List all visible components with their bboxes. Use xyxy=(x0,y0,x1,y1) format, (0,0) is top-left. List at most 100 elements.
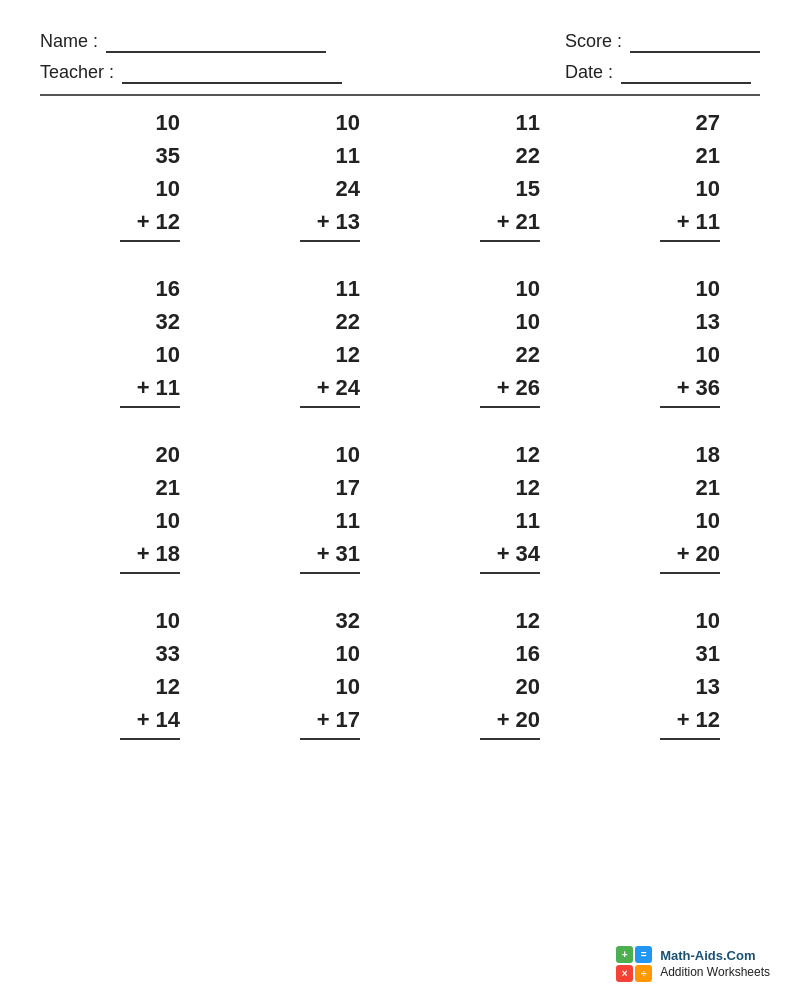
last-row-p8: +36 xyxy=(660,371,720,408)
last-row-p12: +20 xyxy=(660,537,720,574)
score-row: Score : xyxy=(565,30,760,53)
last-num-p10: 31 xyxy=(336,537,360,570)
plus-sign-p15: + xyxy=(497,703,510,736)
problem-p8: 101310+36 xyxy=(580,272,760,408)
num-p1-0: 10 xyxy=(156,106,180,139)
num-p15-1: 16 xyxy=(516,637,540,670)
num-p12-0: 18 xyxy=(696,438,720,471)
last-row-p3: +21 xyxy=(480,205,540,242)
last-num-p14: 17 xyxy=(336,703,360,736)
problem-p12: 182110+20 xyxy=(580,438,760,574)
last-num-p6: 24 xyxy=(336,371,360,404)
last-row-p15: +20 xyxy=(480,703,540,740)
last-num-p1: 12 xyxy=(156,205,180,238)
num-p3-2: 15 xyxy=(516,172,540,205)
num-p6-1: 22 xyxy=(336,305,360,338)
last-row-p16: +12 xyxy=(660,703,720,740)
problem-p11: 121211+34 xyxy=(400,438,580,574)
problem-p15: 121620+20 xyxy=(400,604,580,740)
last-row-p6: +24 xyxy=(300,371,360,408)
num-p11-2: 11 xyxy=(516,504,540,537)
plus-sign-p12: + xyxy=(677,537,690,570)
problem-p4: 272110+11 xyxy=(580,106,760,242)
problem-p7: 101022+26 xyxy=(400,272,580,408)
plus-sign-p1: + xyxy=(137,205,150,238)
num-p7-2: 22 xyxy=(516,338,540,371)
problem-p13: 103312+14 xyxy=(40,604,220,740)
problem-p6: 112212+24 xyxy=(220,272,400,408)
num-p6-0: 11 xyxy=(336,272,360,305)
plus-sign-p13: + xyxy=(137,703,150,736)
footer-text: Math-Aids.Com Addition Worksheets xyxy=(660,948,770,980)
plus-sign-p11: + xyxy=(497,537,510,570)
num-p3-1: 22 xyxy=(516,139,540,172)
problem-p10: 101711+31 xyxy=(220,438,400,574)
problem-p3: 112215+21 xyxy=(400,106,580,242)
plus-sign-p5: + xyxy=(137,371,150,404)
last-row-p5: +11 xyxy=(120,371,180,408)
plus-sign-p7: + xyxy=(497,371,510,404)
num-p14-1: 10 xyxy=(336,637,360,670)
num-p12-2: 10 xyxy=(696,504,720,537)
last-num-p12: 20 xyxy=(696,537,720,570)
last-row-p11: +34 xyxy=(480,537,540,574)
last-num-p16: 12 xyxy=(696,703,720,736)
name-line xyxy=(106,30,326,53)
num-p2-0: 10 xyxy=(336,106,360,139)
last-num-p2: 13 xyxy=(336,205,360,238)
num-p16-2: 13 xyxy=(696,670,720,703)
last-num-p8: 36 xyxy=(696,371,720,404)
teacher-label: Teacher : xyxy=(40,62,114,83)
header: Name : Teacher : Score : Date : xyxy=(40,30,760,84)
footer-label: Addition Worksheets xyxy=(660,965,770,981)
num-p13-0: 10 xyxy=(156,604,180,637)
num-p2-1: 11 xyxy=(336,139,360,172)
num-p11-1: 12 xyxy=(516,471,540,504)
num-p5-0: 16 xyxy=(156,272,180,305)
score-line xyxy=(630,30,760,53)
last-num-p4: 11 xyxy=(696,205,720,238)
last-row-p4: +11 xyxy=(660,205,720,242)
num-p10-2: 11 xyxy=(336,504,360,537)
header-right: Score : Date : xyxy=(565,30,760,84)
teacher-row: Teacher : xyxy=(40,61,342,84)
num-p8-0: 10 xyxy=(696,272,720,305)
footer-icon: + = × ÷ xyxy=(616,946,652,982)
num-p9-1: 21 xyxy=(156,471,180,504)
num-p12-1: 21 xyxy=(696,471,720,504)
plus-sign-p4: + xyxy=(677,205,690,238)
num-p11-0: 12 xyxy=(516,438,540,471)
num-p4-2: 10 xyxy=(696,172,720,205)
num-p2-2: 24 xyxy=(336,172,360,205)
num-p10-1: 17 xyxy=(336,471,360,504)
problem-p14: 321010+17 xyxy=(220,604,400,740)
worksheet-page: Name : Teacher : Score : Date : 103510+1… xyxy=(0,0,800,1000)
footer-site: Math-Aids.Com xyxy=(660,948,770,965)
num-p16-1: 31 xyxy=(696,637,720,670)
plus-sign-p2: + xyxy=(317,205,330,238)
icon-cell-1: + xyxy=(616,946,633,963)
last-num-p9: 18 xyxy=(156,537,180,570)
problem-p2: 101124+13 xyxy=(220,106,400,242)
num-p8-2: 10 xyxy=(696,338,720,371)
last-row-p2: +13 xyxy=(300,205,360,242)
teacher-line xyxy=(122,61,342,84)
num-p9-2: 10 xyxy=(156,504,180,537)
score-label: Score : xyxy=(565,31,622,52)
num-p10-0: 10 xyxy=(336,438,360,471)
num-p1-2: 10 xyxy=(156,172,180,205)
num-p13-2: 12 xyxy=(156,670,180,703)
num-p4-0: 27 xyxy=(696,106,720,139)
icon-cell-4: ÷ xyxy=(635,965,652,982)
date-label: Date : xyxy=(565,62,613,83)
header-divider xyxy=(40,94,760,96)
last-row-p14: +17 xyxy=(300,703,360,740)
date-line xyxy=(621,61,751,84)
plus-sign-p6: + xyxy=(317,371,330,404)
last-num-p7: 26 xyxy=(516,371,540,404)
last-row-p1: +12 xyxy=(120,205,180,242)
icon-cell-3: × xyxy=(616,965,633,982)
num-p8-1: 13 xyxy=(696,305,720,338)
last-row-p10: +31 xyxy=(300,537,360,574)
num-p13-1: 33 xyxy=(156,637,180,670)
